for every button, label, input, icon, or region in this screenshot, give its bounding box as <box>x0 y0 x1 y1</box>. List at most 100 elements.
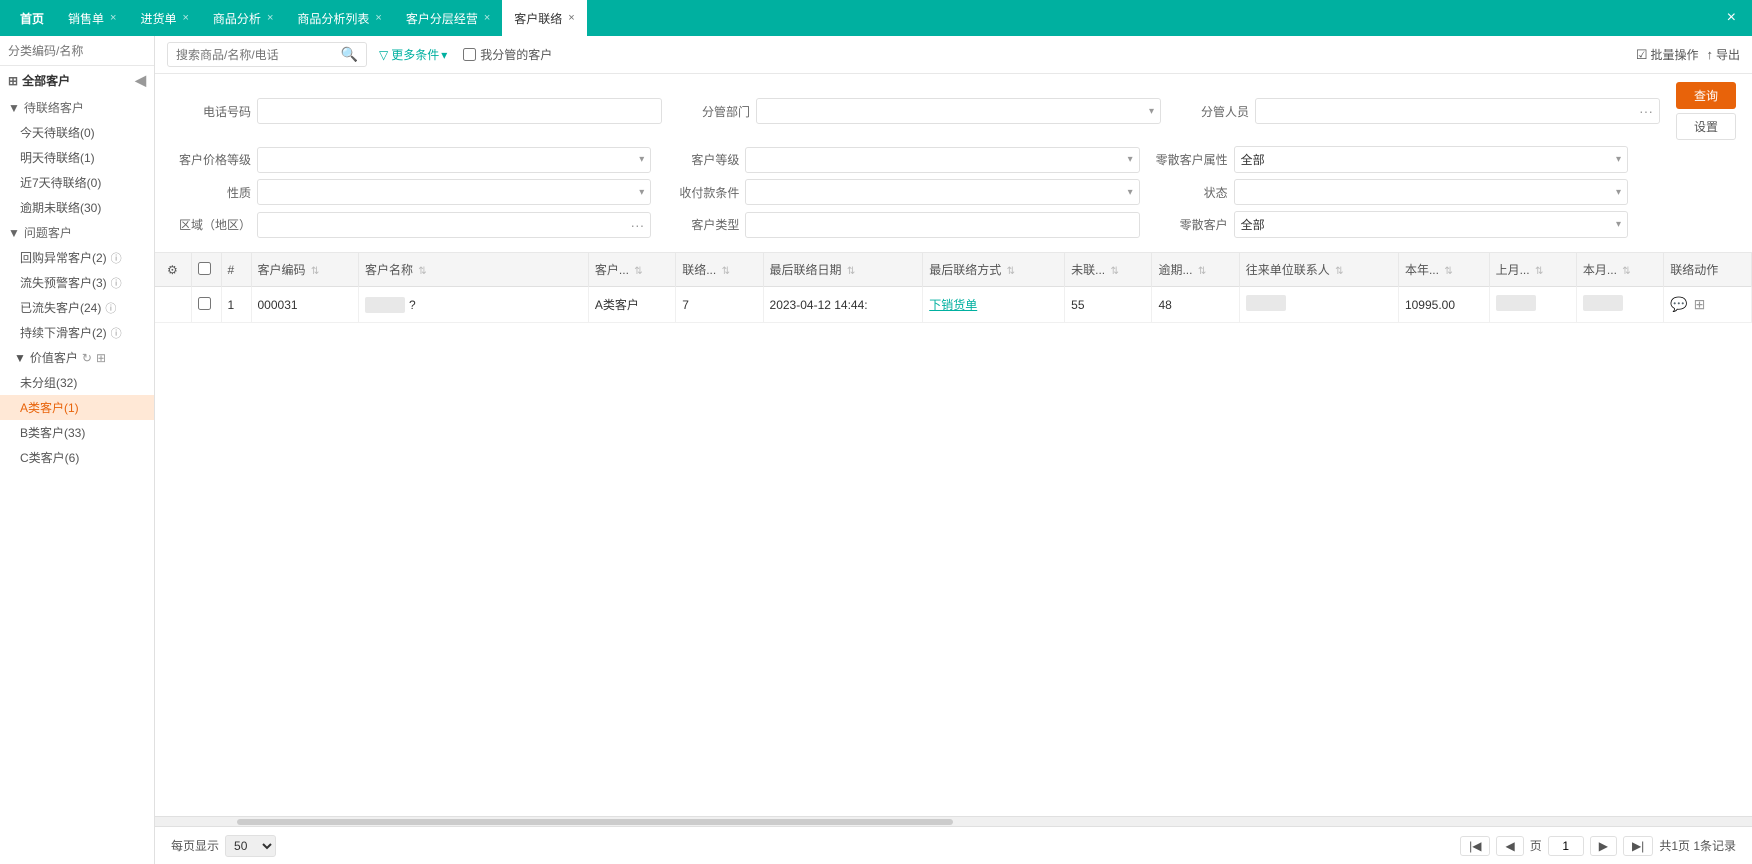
last-month-placeholder <box>1496 295 1536 311</box>
this-month-placeholder <box>1583 295 1623 311</box>
row-gear <box>155 287 191 323</box>
sidebar-item-churn-warning[interactable]: 流失预警客户(3) ⓘ <box>0 270 154 295</box>
sort-unit-contact-icon: ⇅ <box>1335 266 1343 277</box>
sidebar-item-tomorrow[interactable]: 明天待联络(1) <box>0 145 154 170</box>
retail-customer-input[interactable]: 全部 ▾ <box>1234 211 1628 238</box>
col-last-method[interactable]: 最后联络方式 ⇅ <box>923 253 1065 287</box>
first-page-button[interactable]: |◀ <box>1460 836 1490 856</box>
filter-phone: 电话号码 <box>171 98 662 124</box>
batch-operation-button[interactable]: ☑ 批量操作 <box>1636 46 1699 63</box>
close-goods-list-tab[interactable]: × <box>375 12 381 24</box>
add-group-icon[interactable]: ⊞ <box>96 351 106 365</box>
sort-no-contact-icon: ⇅ <box>1111 266 1119 277</box>
pending-contact-group[interactable]: ▼ 待联络客户 <box>0 95 154 120</box>
sidebar-item-declining[interactable]: 持续下滑客户(2) ⓘ <box>0 320 154 345</box>
nav-item-goods[interactable]: 商品分析 × <box>201 0 285 36</box>
query-button[interactable]: 查询 <box>1676 82 1736 109</box>
select-all-checkbox[interactable] <box>198 262 211 275</box>
sidebar-item-b-class[interactable]: B类客户(33) <box>0 420 154 445</box>
nav-item-goods-list[interactable]: 商品分析列表 × <box>285 0 393 36</box>
all-customers-header[interactable]: ⊞ 全部客户 ◀ <box>0 66 154 95</box>
table-header-row: ⚙ # 客户编码 ⇅ 客户名称 ⇅ <box>155 253 1752 287</box>
col-last-date[interactable]: 最后联络日期 ⇅ <box>763 253 923 287</box>
close-customer-contact-tab[interactable]: × <box>568 12 574 24</box>
nav-item-purchase[interactable]: 进货单 × <box>128 0 200 36</box>
col-code[interactable]: 客户编码 ⇅ <box>251 253 358 287</box>
export-button[interactable]: ↑ 导出 <box>1706 46 1740 63</box>
nav-item-home[interactable]: 首页 <box>8 0 56 36</box>
col-no-contact[interactable]: 未联... ⇅ <box>1065 253 1152 287</box>
sidebar-item-churned[interactable]: 已流失客户(24) ⓘ <box>0 295 154 320</box>
region-input[interactable]: ··· <box>257 212 651 238</box>
sidebar-item-repurchase-abnormal[interactable]: 回购异常客户(2) ⓘ <box>0 245 154 270</box>
sort-contact-icon: ⇅ <box>722 266 730 277</box>
page-size-select[interactable]: 50 100 200 <box>225 835 276 857</box>
close-sales-tab[interactable]: × <box>110 12 116 24</box>
col-gear[interactable]: ⚙ <box>155 253 191 287</box>
sidebar-item-overdue[interactable]: 逾期未联络(30) <box>0 195 154 220</box>
nav-item-sales[interactable]: 销售单 × <box>56 0 128 36</box>
phone-input[interactable] <box>257 98 662 124</box>
nav-item-customer-segment[interactable]: 客户分层经营 × <box>394 0 502 36</box>
close-customer-segment-tab[interactable]: × <box>484 12 490 24</box>
col-no: # <box>221 253 251 287</box>
filter-icon: ▽ <box>379 48 388 62</box>
collapse-sidebar-icon[interactable]: ◀ <box>135 72 146 89</box>
close-purchase-tab[interactable]: × <box>182 12 188 24</box>
info-icon-0: ⓘ <box>111 250 122 266</box>
nav-item-customer-contact[interactable]: 客户联络 × <box>502 0 586 36</box>
payment-input[interactable]: ▾ <box>745 179 1139 205</box>
filter-action-buttons: ☑ 批量操作 ↑ 导出 <box>1636 46 1740 63</box>
more-filters-button[interactable]: ▽ 更多条件 ▾ <box>379 46 447 63</box>
filter-dept: 分管部门 ▾ <box>670 98 1161 124</box>
row-actions: 💬 ⊞ <box>1664 287 1752 323</box>
sidebar-item-c-class[interactable]: C类客户(6) <box>0 445 154 470</box>
problem-customer-group[interactable]: ▼ 问题客户 <box>0 220 154 245</box>
col-unit-contact[interactable]: 往来单位联系人 ⇅ <box>1239 253 1398 287</box>
sidebar-item-today[interactable]: 今天待联络(0) <box>0 120 154 145</box>
row-last-method[interactable]: 下销货单 <box>923 287 1065 323</box>
sidebar-search-input[interactable] <box>8 44 155 58</box>
my-customers-checkbox[interactable] <box>463 48 476 61</box>
settings-columns-icon[interactable]: ⚙ <box>161 261 184 279</box>
main-search-input[interactable] <box>176 48 341 62</box>
col-last-month[interactable]: 上月... ⇅ <box>1489 253 1576 287</box>
unit-contact-placeholder <box>1246 295 1286 311</box>
table-row: 1 000031 ? A类客户 7 2023-04-12 14:44: <box>155 287 1752 323</box>
refresh-icon[interactable]: ↻ <box>82 351 92 365</box>
col-contact[interactable]: 联络... ⇅ <box>676 253 763 287</box>
nature-input[interactable]: ▾ <box>257 179 651 205</box>
status-input[interactable]: ▾ <box>1234 179 1628 205</box>
info-icon-3: ⓘ <box>111 325 122 341</box>
more-action-icon[interactable]: ⊞ <box>1694 296 1706 313</box>
col-type[interactable]: 客户... ⇅ <box>588 253 675 287</box>
customer-level-input[interactable]: ▾ <box>745 147 1139 173</box>
settings-button[interactable]: 设置 <box>1676 113 1736 140</box>
my-customers-checkbox-wrapper: 我分管的客户 <box>463 46 552 63</box>
close-goods-tab[interactable]: × <box>267 12 273 24</box>
customer-table: ⚙ # 客户编码 ⇅ 客户名称 ⇅ <box>155 253 1752 816</box>
row-this-month <box>1576 287 1663 323</box>
col-overdue[interactable]: 逾期... ⇅ <box>1152 253 1239 287</box>
customer-type-input[interactable] <box>745 212 1139 238</box>
col-this-year[interactable]: 本年... ⇅ <box>1398 253 1489 287</box>
message-action-icon[interactable]: 💬 <box>1670 296 1687 313</box>
row-select-checkbox[interactable] <box>198 297 211 310</box>
price-level-input[interactable]: ▾ <box>257 147 651 173</box>
page-number-input[interactable] <box>1548 836 1584 856</box>
retail-attr-input[interactable]: 全部 ▾ <box>1234 146 1628 173</box>
sidebar-item-7days[interactable]: 近7天待联络(0) <box>0 170 154 195</box>
close-all-button[interactable]: × <box>1719 9 1744 27</box>
col-this-month[interactable]: 本月... ⇅ <box>1576 253 1663 287</box>
sidebar-item-a-class[interactable]: A类客户(1) <box>0 395 154 420</box>
prev-page-button[interactable]: ◀ <box>1496 836 1523 856</box>
dept-input[interactable]: ▾ <box>756 98 1161 124</box>
last-page-button[interactable]: ▶| <box>1623 836 1653 856</box>
sidebar-item-unclassified[interactable]: 未分组(32) <box>0 370 154 395</box>
col-name[interactable]: 客户名称 ⇅ <box>358 253 588 287</box>
next-page-button[interactable]: ▶ <box>1590 836 1617 856</box>
manager-input[interactable]: ··· <box>1255 98 1660 124</box>
horizontal-scrollbar[interactable] <box>155 816 1752 826</box>
scroll-thumb[interactable] <box>237 819 954 825</box>
sort-overdue-icon: ⇅ <box>1198 266 1206 277</box>
